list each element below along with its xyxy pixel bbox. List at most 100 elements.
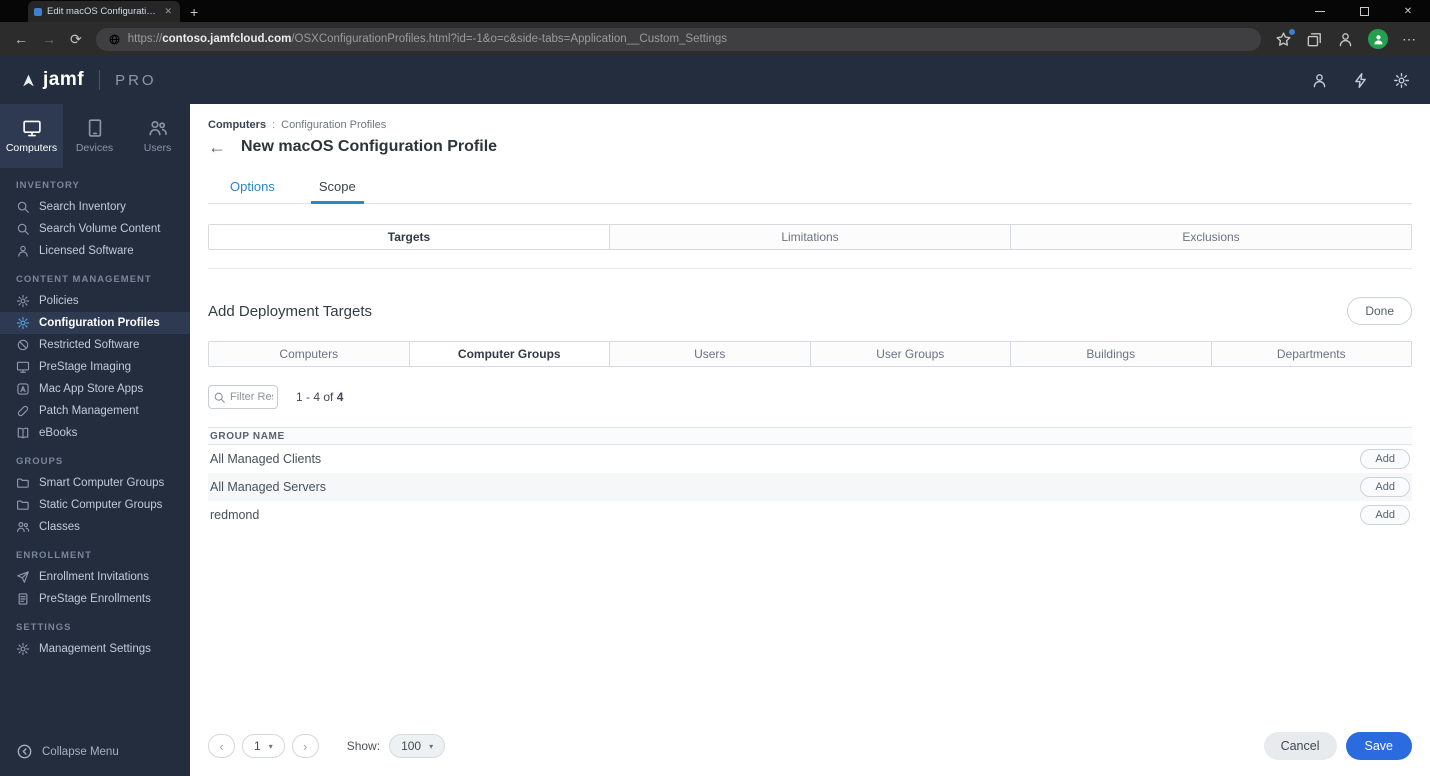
target-tab-computers[interactable]: Computers <box>209 342 409 366</box>
profile-icon[interactable] <box>1337 31 1354 48</box>
breadcrumb-separator: : <box>272 119 276 131</box>
sidebar-item-policies[interactable]: Policies <box>0 290 190 312</box>
sidebar-item-users[interactable]: Users <box>126 104 189 168</box>
more-icon[interactable]: ⋯ <box>1402 31 1416 48</box>
account-avatar[interactable] <box>1368 29 1388 49</box>
tab-title: Edit macOS Configuration Profile <box>47 6 157 17</box>
maximize-icon <box>1359 6 1369 16</box>
close-button[interactable]: ✕ <box>1386 0 1430 22</box>
caret-down-icon: ▾ <box>268 741 273 751</box>
sidebar-item-smart-computer-groups[interactable]: Smart Computer Groups <box>0 472 190 494</box>
ban-icon <box>16 338 30 352</box>
done-button[interactable]: Done <box>1347 297 1412 325</box>
tab-scope[interactable]: Scope <box>297 170 378 204</box>
jamf-logo-icon <box>20 72 37 89</box>
section-header-settings: SETTINGS <box>16 622 72 633</box>
page-size-value: 100 <box>401 739 422 753</box>
scope-tab-label: Exclusions <box>1182 230 1240 244</box>
url-text: https://contoso.jamfcloud.com/OSXConfigu… <box>128 33 727 45</box>
target-tab-departments[interactable]: Departments <box>1210 342 1411 366</box>
caret-down-icon: ▾ <box>429 741 434 751</box>
sidebar-item-restricted-software[interactable]: Restricted Software <box>0 334 190 356</box>
jamf-logo[interactable]: jamf PRO <box>20 69 157 91</box>
add-button[interactable]: Add <box>1360 477 1410 497</box>
scope-tab-label: Targets <box>387 230 431 244</box>
scope-tab-exclusions[interactable]: Exclusions <box>1010 225 1411 249</box>
sidebar-item-label: eBooks <box>39 427 78 439</box>
sidebar-item-prestage-enrollments[interactable]: PreStage Enrollments <box>0 588 190 610</box>
quick-actions-bolt-icon[interactable] <box>1352 72 1369 89</box>
target-type-tabs: Computers Computer Groups Users User Gro… <box>208 341 1412 367</box>
policies-gear-icon <box>16 294 30 308</box>
logo-suffix: PRO <box>115 71 157 89</box>
breadcrumb-configuration-profiles[interactable]: Configuration Profiles <box>281 119 386 131</box>
page-select[interactable]: 1 ▾ <box>242 734 285 758</box>
sidebar-item-static-computer-groups[interactable]: Static Computer Groups <box>0 494 190 516</box>
sidebar-item-licensed-software[interactable]: Licensed Software <box>0 240 190 262</box>
sidebar-item-enrollment-invitations[interactable]: Enrollment Invitations <box>0 566 190 588</box>
chevron-left-icon: ‹ <box>219 738 224 754</box>
settings-gear-icon[interactable] <box>1393 72 1410 89</box>
sidebar-item-search-volume-content[interactable]: Search Volume Content <box>0 218 190 240</box>
scope-tab-limitations[interactable]: Limitations <box>609 225 1010 249</box>
add-button[interactable]: Add <box>1360 449 1410 469</box>
sidebar-item-label: PreStage Imaging <box>39 361 132 373</box>
app-header: jamf PRO <box>0 56 1430 104</box>
target-tab-user-groups[interactable]: User Groups <box>809 342 1010 366</box>
sidebar-item-mac-app-store-apps[interactable]: Mac App Store Apps <box>0 378 190 400</box>
minimize-button[interactable] <box>1298 0 1342 22</box>
scope-tab-targets[interactable]: Targets <box>209 225 609 249</box>
sidebar-item-configuration-profiles[interactable]: Configuration Profiles <box>0 312 190 334</box>
tab-options[interactable]: Options <box>208 170 297 203</box>
save-button[interactable]: Save <box>1345 732 1412 760</box>
next-page-button[interactable]: › <box>291 734 319 758</box>
tab-close-icon[interactable]: ✕ <box>162 6 174 17</box>
account-icon[interactable] <box>1311 72 1328 89</box>
target-tab-buildings[interactable]: Buildings <box>1010 342 1211 366</box>
new-tab-button[interactable]: + <box>180 2 208 22</box>
back-arrow-icon[interactable]: ← <box>208 138 226 156</box>
address-input[interactable]: https://contoso.jamfcloud.com/OSXConfigu… <box>95 27 1261 51</box>
sidebar-item-patch-management[interactable]: Patch Management <box>0 400 190 422</box>
section-row: Add Deployment Targets Done <box>208 297 1412 325</box>
maximize-button[interactable] <box>1342 0 1386 22</box>
breadcrumb-computers[interactable]: Computers <box>208 119 266 131</box>
sidebar-item-devices[interactable]: Devices <box>63 104 126 168</box>
sidebar-item-prestage-imaging[interactable]: PreStage Imaging <box>0 356 190 378</box>
tablet-icon <box>85 118 105 138</box>
collapse-menu-button[interactable]: Collapse Menu <box>0 729 190 776</box>
page-size-select[interactable]: 100 ▾ <box>389 734 446 758</box>
sidebar-item-classes[interactable]: Classes <box>0 516 190 538</box>
target-tab-users[interactable]: Users <box>609 342 810 366</box>
users-icon <box>148 118 168 138</box>
sidebar-item-label: Smart Computer Groups <box>39 477 165 489</box>
sidebar-item-label: Enrollment Invitations <box>39 571 149 583</box>
section-title: Add Deployment Targets <box>208 302 372 320</box>
sidebar-item-ebooks[interactable]: eBooks <box>0 422 190 444</box>
sidebar-item-search-inventory[interactable]: Search Inventory <box>0 196 190 218</box>
browser-addressbar: ← → ⟳ https://contoso.jamfcloud.com/OSXC… <box>0 22 1430 56</box>
table-row: redmond Add <box>208 501 1412 529</box>
table-header: GROUP NAME <box>208 427 1412 445</box>
forward-icon[interactable]: → <box>42 31 56 47</box>
sidebar-item-label: Classes <box>39 521 80 533</box>
filter-input[interactable] <box>208 385 278 409</box>
sidebar-item-computers[interactable]: Computers <box>0 104 63 168</box>
prev-page-button[interactable]: ‹ <box>208 734 235 758</box>
cancel-button[interactable]: Cancel <box>1263 732 1337 760</box>
tab-favicon-icon <box>34 7 42 16</box>
favorites-star-icon[interactable] <box>1275 27 1296 48</box>
sidebar-item-management-settings[interactable]: Management Settings <box>0 638 190 660</box>
refresh-icon[interactable]: ⟳ <box>70 31 82 48</box>
filter-field <box>208 385 278 409</box>
browser-tab[interactable]: Edit macOS Configuration Profile ✕ <box>28 1 180 22</box>
globe-icon <box>108 33 121 46</box>
sidebar-item-label: Licensed Software <box>39 245 134 257</box>
add-button[interactable]: Add <box>1360 505 1410 525</box>
target-tab-computer-groups[interactable]: Computer Groups <box>408 342 609 366</box>
page-number: 1 <box>254 739 261 753</box>
search-volume-icon <box>16 222 30 236</box>
collections-icon[interactable] <box>1306 31 1323 48</box>
section-header-content-management: CONTENT MANAGEMENT <box>16 274 152 285</box>
back-icon[interactable]: ← <box>14 31 28 47</box>
